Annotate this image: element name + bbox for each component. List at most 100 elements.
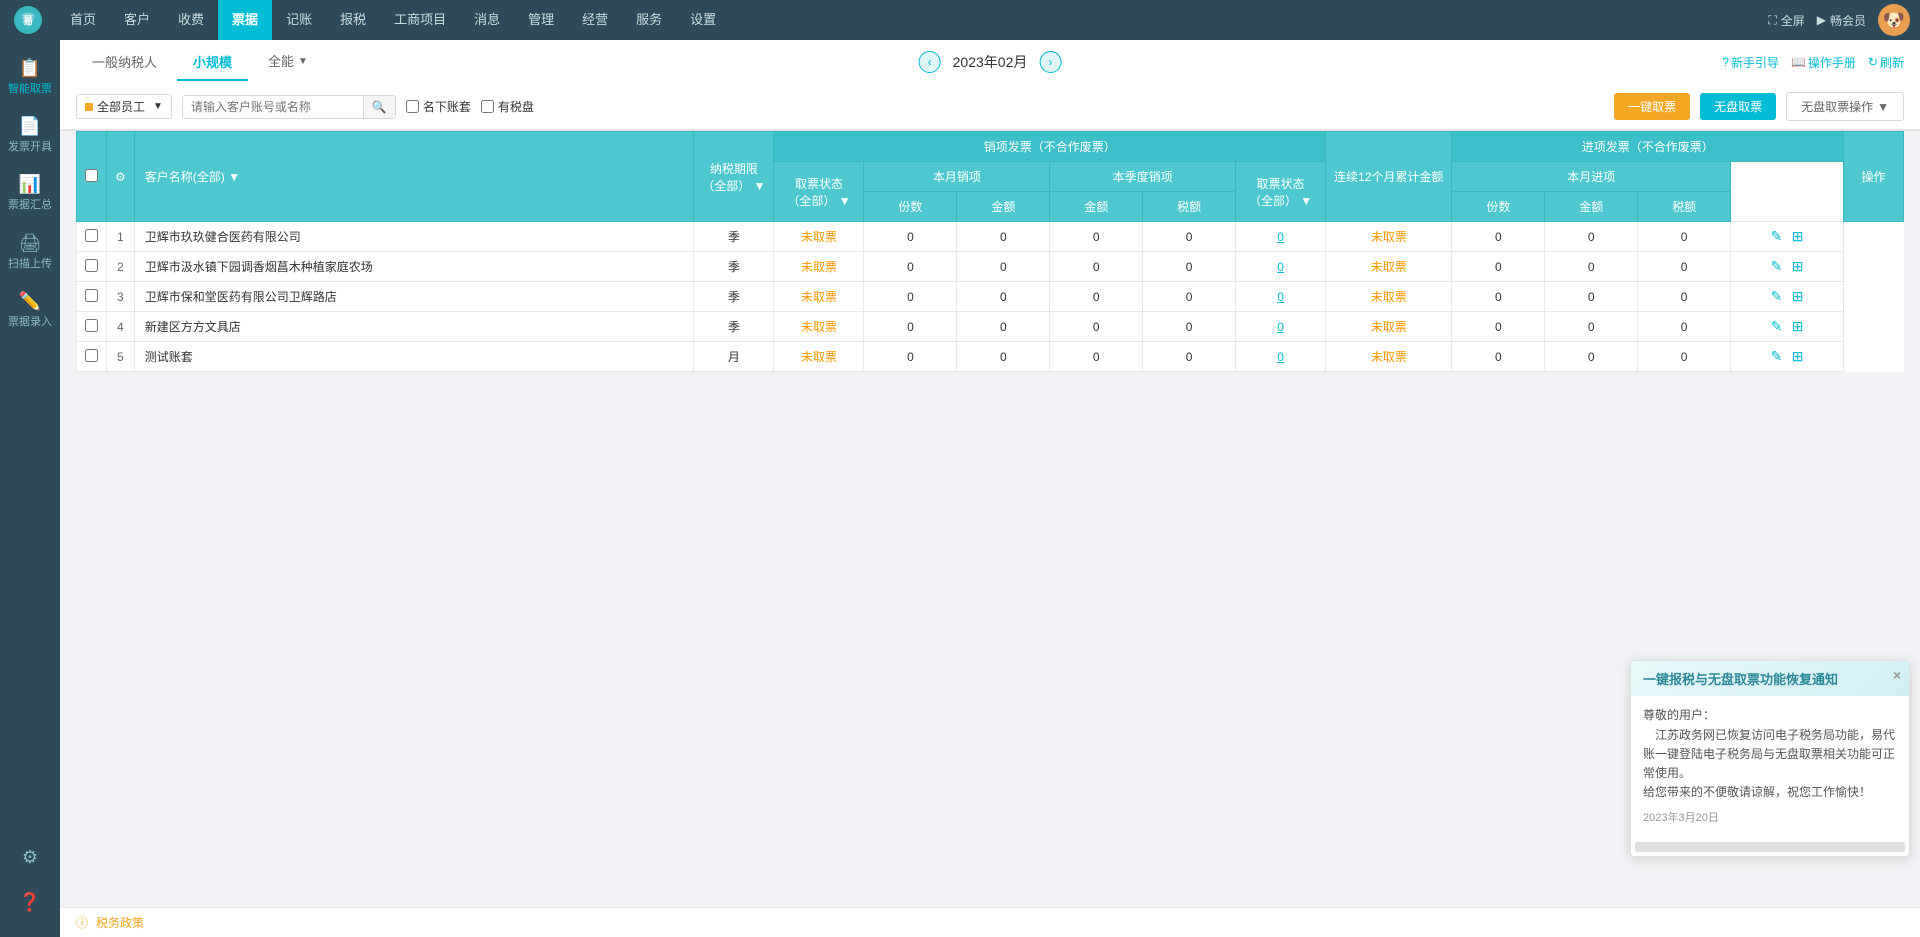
col-sale-month-count: 份数 <box>864 192 957 222</box>
detail-icon[interactable]: ⊞ <box>1792 228 1804 244</box>
nav-home[interactable]: 首页 <box>56 0 110 40</box>
search-input[interactable] <box>183 96 363 118</box>
row-period: 季 <box>694 282 774 312</box>
book-icon: 📖 <box>1791 55 1806 69</box>
notification-close-btn[interactable]: × <box>1893 667 1901 683</box>
edit-icon[interactable]: ✎ <box>1771 288 1783 304</box>
row-checkbox[interactable] <box>85 289 98 302</box>
row-income-month-count: 0 <box>1452 342 1545 372</box>
sidebar-item-issue-invoice[interactable]: 📄 发票开具 <box>2 108 58 162</box>
nav-accounting[interactable]: 记账 <box>272 0 326 40</box>
tab-small-scale[interactable]: 小规模 <box>177 45 248 81</box>
next-month-btn[interactable]: › <box>1039 51 1061 73</box>
detail-icon[interactable]: ⊞ <box>1792 288 1804 304</box>
row-income-month-amount: 0 <box>1545 342 1638 372</box>
svg-text:易: 易 <box>23 15 33 27</box>
info-icon: ⓘ <box>76 914 88 931</box>
nav-operation[interactable]: 经营 <box>568 0 622 40</box>
sidebar-item-entry[interactable]: ✏️ 票据录入 <box>2 283 58 337</box>
row-income-month-tax: 0 <box>1638 342 1731 372</box>
sidebar-item-label: 发票开具 <box>8 141 52 154</box>
no-pad-ticket-btn[interactable]: 无盘取票 <box>1700 93 1776 120</box>
row-sale-month-count: 0 <box>864 312 957 342</box>
nav-settings[interactable]: 设置 <box>676 0 730 40</box>
filter-bar: 全部员工 ▼ 🔍 名下账套 有税盘 一键取票 无盘取票 <box>60 84 1920 130</box>
edit-icon[interactable]: ✎ <box>1771 348 1783 364</box>
no-pad-operation-btn[interactable]: 无盘取票操作 ▼ <box>1786 92 1904 121</box>
col-sale-season-tax: 税额 <box>1143 192 1236 222</box>
col-sale-status: 取票状态（全部） ▼ <box>774 162 864 222</box>
nav-tax[interactable]: 报税 <box>326 0 380 40</box>
logo[interactable]: 易 <box>10 2 46 38</box>
edit-icon[interactable]: ✎ <box>1771 228 1783 244</box>
tax-policy-link[interactable]: 税务政策 <box>96 914 144 931</box>
nav-business[interactable]: 工商项目 <box>380 0 460 40</box>
checkbox-accounts[interactable]: 名下账套 <box>406 98 471 115</box>
col-season-sale: 本季度销项 <box>1050 162 1236 192</box>
checkbox-taxpad[interactable]: 有税盘 <box>481 98 534 115</box>
detail-icon[interactable]: ⊞ <box>1792 348 1804 364</box>
nav-invoice[interactable]: 票据 <box>218 0 272 40</box>
row-checkbox[interactable] <box>85 259 98 272</box>
nav-manage[interactable]: 管理 <box>514 0 568 40</box>
row-checkbox[interactable] <box>85 319 98 332</box>
fullscreen-btn[interactable]: ⛶ 全屏 <box>1768 12 1804 29</box>
row-checkbox[interactable] <box>85 349 98 362</box>
edit-icon[interactable]: ✎ <box>1771 318 1783 334</box>
nav-service[interactable]: 服务 <box>622 0 676 40</box>
row-customer-name: 卫辉市玖玖健合医药有限公司 <box>134 222 694 252</box>
manual-link[interactable]: 📖 操作手册 <box>1791 54 1856 71</box>
row-checkbox[interactable] <box>85 229 98 242</box>
col-sale-season-amount: 金额 <box>1050 192 1143 222</box>
row-income-month-amount: 0 <box>1545 312 1638 342</box>
nav-fee[interactable]: 收费 <box>164 0 218 40</box>
settings-icon[interactable]: ⚙ <box>115 170 126 184</box>
tab-all[interactable]: 全能 ▼ <box>252 45 324 81</box>
one-click-ticket-btn[interactable]: 一键取票 <box>1614 93 1690 120</box>
sidebar-item-smart-ticket[interactable]: 📋 智能取票 <box>2 50 58 104</box>
nav-message[interactable]: 消息 <box>460 0 514 40</box>
row-sale-season-amount: 0 <box>1050 222 1143 252</box>
col-group-income: 进项发票（不合作废票） <box>1452 132 1844 162</box>
search-btn[interactable]: 🔍 <box>363 96 395 118</box>
help-icon: ❓ <box>19 892 41 913</box>
row-sale-status: 未取票 <box>774 342 864 372</box>
taxpad-checkbox[interactable] <box>481 100 494 113</box>
sidebar-item-summary[interactable]: 📊 票据汇总 <box>2 166 58 220</box>
col-income-status: 取票状态（全部） ▼ <box>1236 162 1326 222</box>
row-sale-month-count: 0 <box>864 252 957 282</box>
refresh-icon: ↻ <box>1868 55 1878 69</box>
row-sale-month-count: 0 <box>864 282 957 312</box>
notification-popup: 一键报税与无盘取票功能恢复通知 × 尊敬的用户： 江苏政务网已恢复访问电子税务局… <box>1630 660 1910 857</box>
detail-icon[interactable]: ⊞ <box>1792 318 1804 334</box>
config-icon: ⚙ <box>22 847 38 868</box>
refresh-link[interactable]: ↻ 刷新 <box>1868 54 1904 71</box>
employee-select[interactable]: 全部员工 ▼ <box>76 94 172 119</box>
user-avatar[interactable]: 🐶 <box>1878 4 1910 36</box>
sidebar-item-config[interactable]: ⚙ <box>2 839 58 876</box>
sidebar-item-help[interactable]: ❓ <box>2 884 58 921</box>
notification-scrollbar[interactable] <box>1635 842 1905 852</box>
notification-text: 尊敬的用户： 江苏政务网已恢复访问电子税务局功能，易代账一键登陆电子税务局与无盘… <box>1643 706 1897 802</box>
sidebar: 📋 智能取票 📄 发票开具 📊 票据汇总 🖨 扫描上传 ✏️ 票据录入 ⚙ ❓ <box>0 40 60 937</box>
detail-icon[interactable]: ⊞ <box>1792 258 1804 274</box>
row-sale-season-tax: 0 <box>1143 282 1236 312</box>
nav-customer[interactable]: 客户 <box>110 0 164 40</box>
row-income-month-amount: 0 <box>1545 222 1638 252</box>
prev-month-btn[interactable]: ‹ <box>919 51 941 73</box>
select-all-checkbox[interactable] <box>85 169 98 182</box>
new-guide-link[interactable]: ? 新手引导 <box>1722 54 1779 71</box>
accounts-checkbox[interactable] <box>406 100 419 113</box>
row-income-month-amount: 0 <box>1545 282 1638 312</box>
col-sale-month-amount: 金额 <box>957 192 1050 222</box>
edit-icon[interactable]: ✎ <box>1771 258 1783 274</box>
row-num: 2 <box>107 252 135 282</box>
sidebar-item-scan[interactable]: 🖨 扫描上传 <box>2 225 58 279</box>
sidebar-item-label: 票据录入 <box>8 316 52 329</box>
row-income-status: 未取票 <box>1326 342 1452 372</box>
col-income-month-tax: 税额 <box>1638 192 1731 222</box>
row-sale-status: 未取票 <box>774 222 864 252</box>
tab-general-taxpayer[interactable]: 一般纳税人 <box>76 45 173 81</box>
member-btn[interactable]: ▶ 畅会员 <box>1817 12 1866 29</box>
employee-label: 全部员工 <box>97 98 145 115</box>
